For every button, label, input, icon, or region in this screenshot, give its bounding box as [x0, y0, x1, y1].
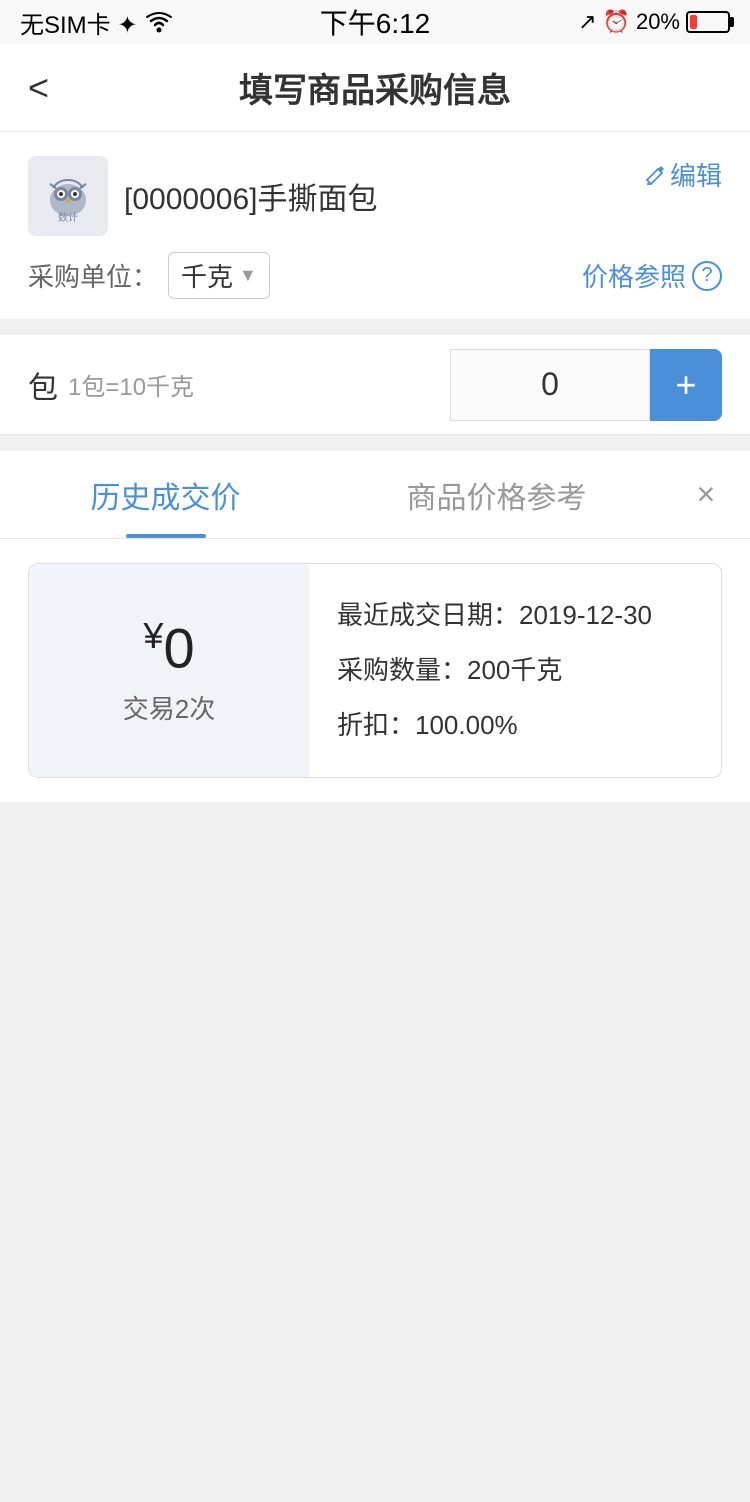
price-panel-tabs: 历史成交价 商品价格参考 ×: [0, 451, 750, 539]
product-unit-row: 采购单位： 千克 ▼ 价格参照 ?: [28, 252, 722, 299]
price-card: ¥0 交易2次 最近成交日期：2019-12-30 采购数量：200千克 折扣：…: [28, 563, 722, 778]
discount-row: 折扣：100.00%: [337, 706, 693, 745]
price-card-area: ¥0 交易2次 最近成交日期：2019-12-30 采购数量：200千克 折扣：…: [0, 539, 750, 802]
product-thumbnail: 数计: [28, 156, 108, 236]
quantity-row-detail: 采购数量：200千克: [337, 651, 693, 690]
quantity-input[interactable]: 0: [450, 349, 650, 421]
chevron-down-icon: ▼: [239, 265, 257, 286]
unit-badge: 包: [28, 363, 58, 407]
battery-icon: [686, 11, 730, 33]
unit-conversion: 1包=10千克: [68, 367, 194, 402]
help-circle-icon: ?: [692, 261, 722, 291]
close-button[interactable]: ×: [662, 451, 750, 539]
product-header: 数计 [0000006]手撕面包 编辑: [28, 156, 722, 236]
section-divider-2: [0, 435, 750, 451]
trade-count: 交易2次: [123, 689, 215, 726]
tab-history-price[interactable]: 历史成交价: [0, 451, 331, 538]
status-time: 下午6:12: [320, 2, 431, 42]
product-left: 数计 [0000006]手撕面包: [28, 156, 377, 236]
price-summary-panel: ¥0 交易2次: [29, 564, 309, 777]
back-button[interactable]: <: [28, 67, 49, 109]
quantity-unit-info: 包 1包=10千克: [28, 363, 194, 407]
edit-button[interactable]: 编辑: [644, 156, 722, 193]
section-divider: [0, 319, 750, 335]
main-content: [0, 802, 750, 1502]
status-left: 无SIM卡 ✦: [20, 5, 173, 40]
quantity-row: 包 1包=10千克 0 +: [0, 335, 750, 435]
unit-select[interactable]: 千克 ▼: [168, 252, 270, 299]
battery-text: 20%: [636, 9, 680, 35]
tab-product-price[interactable]: 商品价格参考: [331, 451, 662, 538]
wifi-icon: [145, 11, 173, 33]
status-bar: 无SIM卡 ✦ 下午6:12 ↗ ⏰ 20%: [0, 0, 750, 44]
currency-symbol: ¥: [143, 615, 163, 656]
price-display: ¥0: [143, 615, 194, 681]
location-icon: ↗: [578, 9, 596, 35]
nav-bar: < 填写商品采购信息: [0, 44, 750, 132]
carrier-text: 无SIM卡 ✦: [20, 5, 137, 40]
price-ref-button[interactable]: 价格参照 ?: [582, 257, 722, 294]
plus-button[interactable]: +: [650, 349, 722, 421]
price-details-panel: 最近成交日期：2019-12-30 采购数量：200千克 折扣：100.00%: [309, 564, 721, 777]
tab-underline: [126, 534, 206, 538]
product-name: [0000006]手撕面包: [124, 174, 377, 218]
edit-icon: [644, 164, 666, 186]
price-panel: 历史成交价 商品价格参考 × ¥0 交易2次 最近成交日期：2019-12-30: [0, 451, 750, 802]
svg-text:数计: 数计: [58, 211, 78, 224]
unit-label: 采购单位：: [28, 257, 158, 294]
status-right: ↗ ⏰ 20%: [578, 9, 730, 35]
product-section: 数计 [0000006]手撕面包 编辑 采购单位： 千克 ▼ 价格参照 ?: [0, 132, 750, 319]
product-logo: 数计: [38, 166, 98, 226]
quantity-input-area: 0 +: [450, 349, 722, 421]
recent-date-row: 最近成交日期：2019-12-30: [337, 596, 693, 635]
page-title: 填写商品采购信息: [239, 63, 511, 112]
alarm-icon: ⏰: [603, 9, 630, 35]
